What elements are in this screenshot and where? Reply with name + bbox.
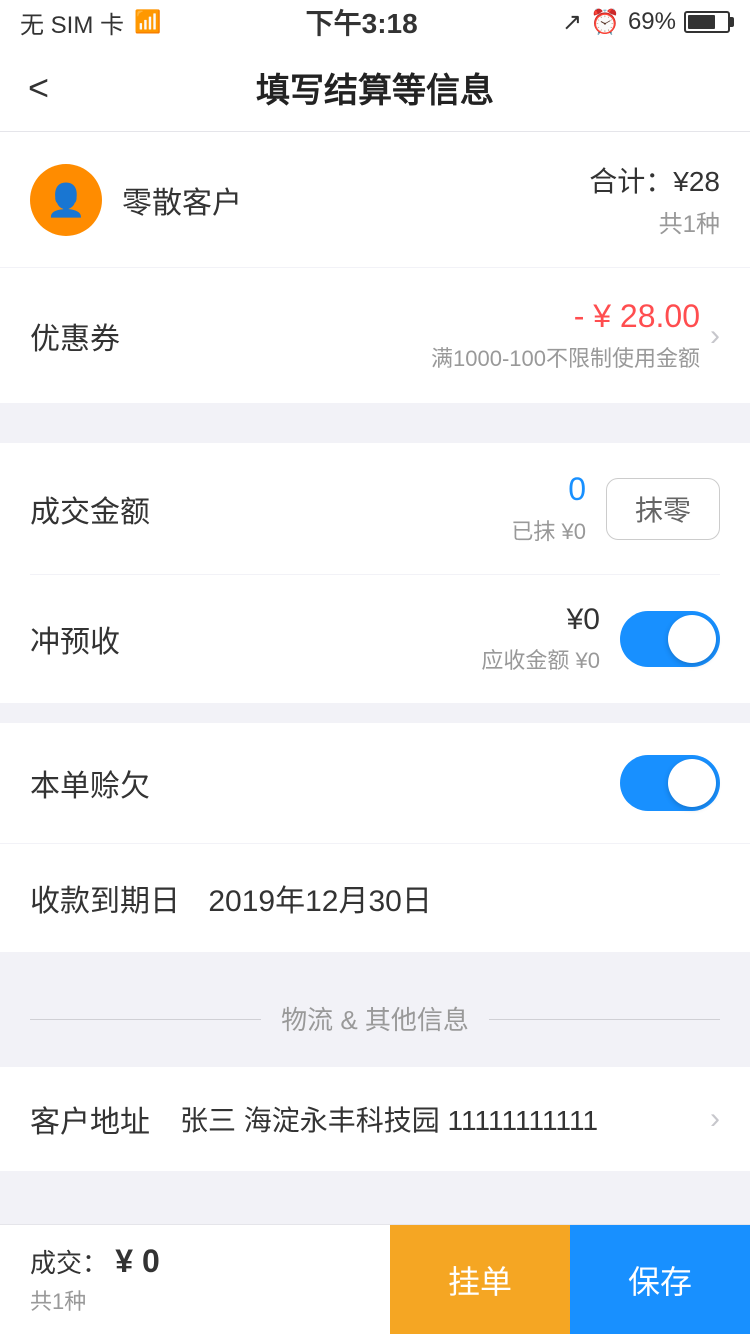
due-date-value: 2019年12月30日 <box>208 885 431 918</box>
total-amount: 合计：¥28 <box>589 160 720 200</box>
customer-total: 合计：¥28 共1种 <box>589 160 720 239</box>
coupon-discount: - ¥ 28.00 <box>431 298 700 335</box>
prepay-label: 冲预收 <box>30 617 120 661</box>
wifi-icon: 📶 <box>134 9 161 35</box>
customer-avatar: 👤 <box>30 164 102 236</box>
separator-2 <box>0 703 750 723</box>
save-button[interactable]: 保存 <box>570 1225 750 1334</box>
deal-sub: 已抹 ¥0 <box>511 514 586 546</box>
battery-icon <box>684 11 730 33</box>
debt-toggle[interactable] <box>620 755 720 811</box>
customer-left: 👤 零散客户 <box>30 164 242 236</box>
coupon-desc: 满1000-100不限制使用金额 <box>431 341 700 373</box>
address-value: 张三 海淀永丰科技园 11111111111 <box>180 1099 710 1139</box>
address-row[interactable]: 客户地址 张三 海淀永丰科技园 11111111111 › <box>0 1067 750 1171</box>
deal-value[interactable]: 0 <box>511 471 586 508</box>
customer-card: 👤 零散客户 合计：¥28 共1种 优惠券 - ¥ 28.00 满1000-10… <box>0 132 750 403</box>
deal-section: 成交金额 0 已抹 ¥0 抹零 冲预收 ¥0 应收金额 ¥0 <box>0 443 750 703</box>
summary-label: 成交： <box>30 1248 108 1278</box>
bottom-summary: 成交： ¥ 0 共1种 <box>0 1243 390 1316</box>
location-icon: ↗ <box>562 8 582 37</box>
logistics-header: 物流 & 其他信息 <box>0 972 750 1065</box>
prepay-value-col: ¥0 应收金额 ¥0 <box>481 603 600 675</box>
due-date-row[interactable]: 收款到期日 2019年12月30日 <box>0 843 750 952</box>
status-right: ↗ ⏰ 69% <box>562 8 730 37</box>
address-chevron-icon: › <box>710 1102 720 1136</box>
coupon-label: 优惠券 <box>30 314 120 358</box>
avatar-icon: 👤 <box>46 181 86 219</box>
due-date-label: 收款到期日 <box>30 885 180 918</box>
bottom-bar: 成交： ¥ 0 共1种 挂单 保存 <box>0 1224 750 1334</box>
debt-section: 本单赊欠 <box>0 723 750 843</box>
coupon-chevron-icon: › <box>710 319 720 353</box>
main-content: 👤 零散客户 合计：¥28 共1种 优惠券 - ¥ 28.00 满1000-10… <box>0 132 750 1291</box>
back-button[interactable]: < <box>28 67 49 109</box>
debt-label: 本单赊欠 <box>30 761 150 805</box>
sim-status: 无 SIM 卡 <box>20 5 124 40</box>
separator-3 <box>0 952 750 972</box>
total-count: 共1种 <box>589 204 720 239</box>
nav-title: 填写结算等信息 <box>256 63 494 112</box>
nav-bar: < 填写结算等信息 <box>0 44 750 132</box>
status-left: 无 SIM 卡 📶 <box>20 5 161 40</box>
deal-value-col: 0 已抹 ¥0 <box>511 471 586 546</box>
debt-toggle-knob <box>668 759 716 807</box>
summary-amount: ¥ 0 <box>115 1243 159 1279</box>
prepay-sub: 应收金额 ¥0 <box>481 643 600 675</box>
hang-button[interactable]: 挂单 <box>390 1225 570 1334</box>
customer-row: 👤 零散客户 合计：¥28 共1种 <box>0 132 750 267</box>
address-label: 客户地址 <box>30 1097 150 1141</box>
prepay-right: ¥0 应收金额 ¥0 <box>481 603 720 675</box>
round-button[interactable]: 抹零 <box>606 478 720 540</box>
prepay-row: 冲预收 ¥0 应收金额 ¥0 <box>30 575 720 703</box>
status-bar: 无 SIM 卡 📶 下午3:18 ↗ ⏰ 69% <box>0 0 750 44</box>
battery-percent: 69% <box>628 8 676 36</box>
alarm-icon: ⏰ <box>590 8 620 37</box>
coupon-right: - ¥ 28.00 满1000-100不限制使用金额 › <box>431 298 720 373</box>
prepay-toggle[interactable] <box>620 611 720 667</box>
debt-row: 本单赊欠 <box>30 723 720 843</box>
status-time: 下午3:18 <box>306 2 418 42</box>
prepay-value: ¥0 <box>481 603 600 637</box>
deal-right: 0 已抹 ¥0 抹零 <box>511 471 720 546</box>
summary-count: 共1种 <box>30 1284 360 1316</box>
coupon-row[interactable]: 优惠券 - ¥ 28.00 满1000-100不限制使用金额 › <box>0 267 750 403</box>
logistics-label: 物流 & 其他信息 <box>261 1005 489 1035</box>
toggle-knob <box>668 615 716 663</box>
bottom-summary-top: 成交： ¥ 0 <box>30 1243 360 1280</box>
separator-1 <box>0 423 750 443</box>
coupon-content: - ¥ 28.00 满1000-100不限制使用金额 <box>431 298 700 373</box>
deal-amount-row: 成交金额 0 已抹 ¥0 抹零 <box>30 443 720 575</box>
deal-amount-label: 成交金额 <box>30 487 150 531</box>
customer-name: 零散客户 <box>122 178 242 222</box>
